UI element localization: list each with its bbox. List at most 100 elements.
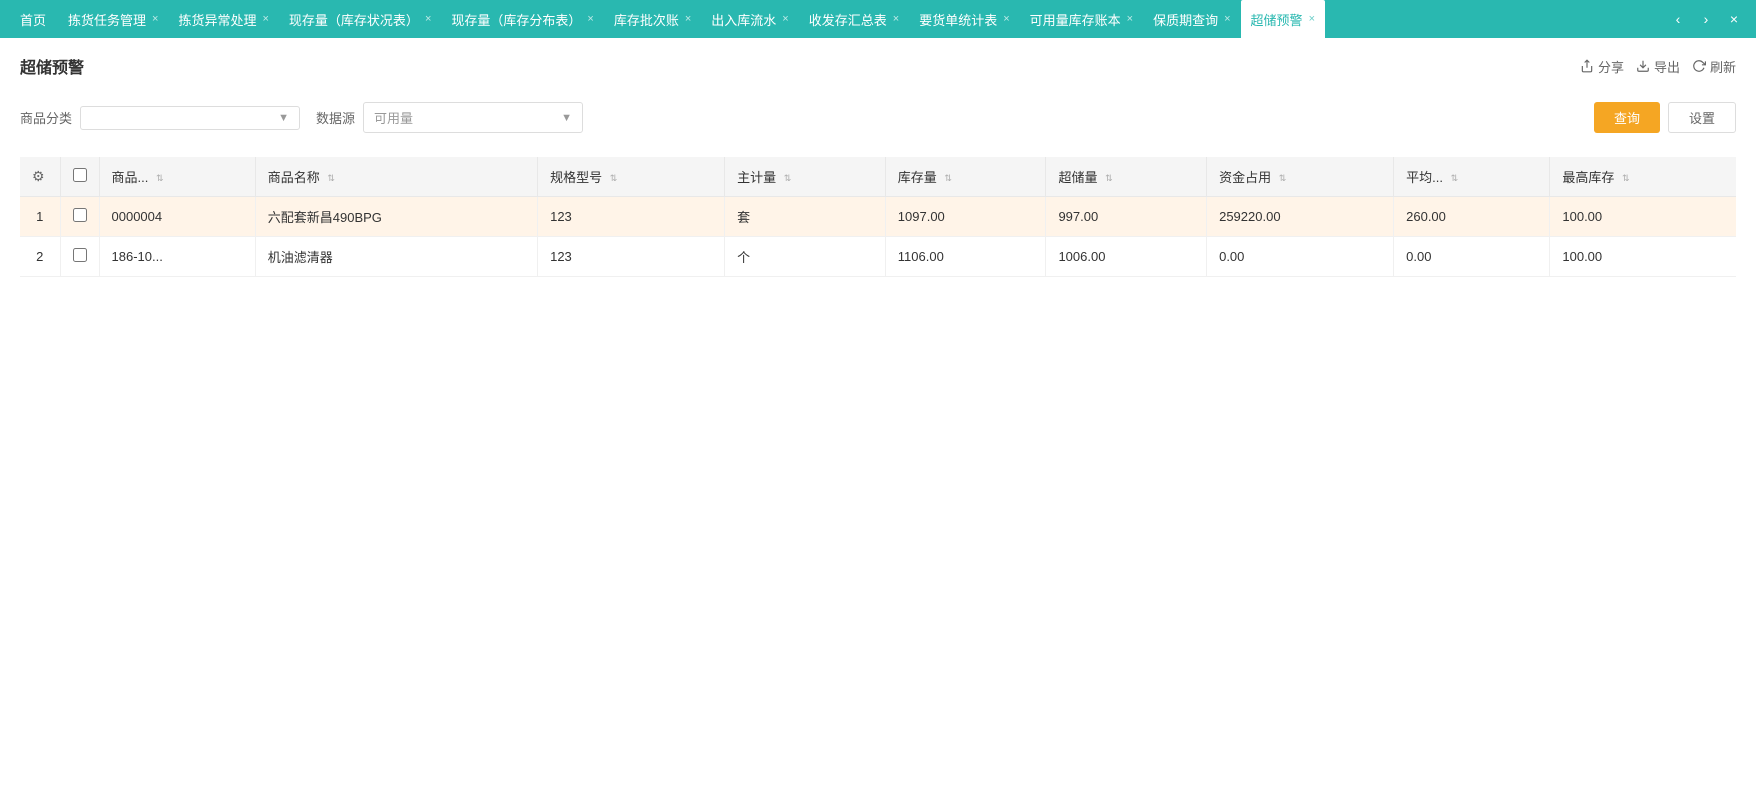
col-settings[interactable]: ⚙ bbox=[20, 157, 60, 197]
col-max-stock[interactable]: 最高库存 ⇅ bbox=[1550, 157, 1736, 197]
row-2-avg-cost: 0.00 bbox=[1394, 237, 1550, 277]
category-filter: 商品分类 ▼ bbox=[20, 106, 300, 130]
sort-icon-overstock: ⇅ bbox=[1105, 173, 1113, 184]
row-checkbox-1 bbox=[60, 197, 99, 237]
tab-9[interactable]: 可用量库存账本 × bbox=[1020, 0, 1143, 38]
close-tab-3[interactable]: × bbox=[425, 13, 431, 25]
col-avg-cost[interactable]: 平均... ⇅ bbox=[1394, 157, 1550, 197]
row-1-max-stock: 100.00 bbox=[1550, 197, 1736, 237]
tab-6[interactable]: 出入库流水 × bbox=[701, 0, 798, 38]
datasource-label: 数据源 bbox=[316, 108, 355, 127]
tab-8[interactable]: 要货单统计表 × bbox=[909, 0, 1019, 38]
row-1-stock: 1097.00 bbox=[885, 197, 1046, 237]
row-2-unit: 个 bbox=[725, 237, 886, 277]
close-tab-8[interactable]: × bbox=[1003, 13, 1009, 25]
close-tab-7[interactable]: × bbox=[893, 13, 899, 25]
table-header-row: ⚙ 商品... ⇅ 商品名称 ⇅ 规格型号 ⇅ 主计量 bbox=[20, 157, 1736, 197]
row-1-product-code: 0000004 bbox=[99, 197, 255, 237]
tab-10[interactable]: 保质期查询 × bbox=[1143, 0, 1240, 38]
row-1-unit: 套 bbox=[725, 197, 886, 237]
datasource-filter: 数据源 可用量 ▼ bbox=[316, 102, 583, 133]
sort-icon-spec: ⇅ bbox=[610, 173, 618, 184]
page-content: 超储预警 分享 导出 刷新 商品 bbox=[0, 38, 1756, 800]
tab-5[interactable]: 库存批次账 × bbox=[604, 0, 701, 38]
row-1-capital: 259220.00 bbox=[1207, 197, 1394, 237]
col-checkbox-header bbox=[60, 157, 99, 197]
page-title: 超储预警 bbox=[20, 54, 1580, 78]
nav-next-arrow[interactable]: › bbox=[1692, 5, 1720, 33]
tab-4[interactable]: 现存量（库存分布表） × bbox=[441, 0, 603, 38]
filter-actions: 查询 设置 bbox=[1594, 102, 1736, 133]
select-all-checkbox[interactable] bbox=[73, 168, 87, 182]
row-2-overstock: 1006.00 bbox=[1046, 237, 1207, 277]
sort-icon-capital: ⇅ bbox=[1279, 173, 1287, 184]
sort-icon-max-stock: ⇅ bbox=[1622, 173, 1630, 184]
row-2-capital: 0.00 bbox=[1207, 237, 1394, 277]
tab-3[interactable]: 现存量（库存状况表） × bbox=[279, 0, 441, 38]
row-2-product-code: 186-10... bbox=[99, 237, 255, 277]
close-tab-9[interactable]: × bbox=[1127, 13, 1133, 25]
sort-icon-unit: ⇅ bbox=[784, 173, 792, 184]
nav-close-arrow[interactable]: × bbox=[1720, 5, 1748, 33]
tab-2[interactable]: 拣货异常处理 × bbox=[168, 0, 278, 38]
close-tab-11[interactable]: × bbox=[1309, 13, 1315, 25]
close-tab-5[interactable]: × bbox=[685, 13, 691, 25]
nav-prev-arrow[interactable]: ‹ bbox=[1664, 5, 1692, 33]
col-product-name[interactable]: 商品名称 ⇅ bbox=[255, 157, 537, 197]
col-stock[interactable]: 库存量 ⇅ bbox=[885, 157, 1046, 197]
export-icon bbox=[1636, 59, 1650, 73]
sort-icon-product-name: ⇅ bbox=[327, 173, 335, 184]
settings-button[interactable]: 设置 bbox=[1668, 102, 1736, 133]
category-select[interactable]: ▼ bbox=[80, 106, 300, 130]
sort-icon-stock: ⇅ bbox=[944, 173, 952, 184]
share-icon bbox=[1580, 59, 1594, 73]
table-row: 2 186-10... 机油滤清器 123 个 1106.00 1006.00 … bbox=[20, 237, 1736, 277]
row-2-checkbox[interactable] bbox=[73, 248, 87, 262]
sort-icon-avg-cost: ⇅ bbox=[1451, 173, 1459, 184]
table-row: 1 0000004 六配套新昌490BPG 123 套 1097.00 997.… bbox=[20, 197, 1736, 237]
close-tab-1[interactable]: × bbox=[152, 13, 158, 25]
sort-icon-product-code: ⇅ bbox=[156, 173, 164, 184]
col-overstock[interactable]: 超储量 ⇅ bbox=[1046, 157, 1207, 197]
nav-home[interactable]: 首页 bbox=[8, 10, 58, 29]
filter-bar: 商品分类 ▼ 数据源 可用量 ▼ 查询 设置 bbox=[20, 94, 1736, 141]
header-actions: 分享 导出 刷新 bbox=[1580, 57, 1736, 76]
category-label: 商品分类 bbox=[20, 108, 72, 127]
datasource-value: 可用量 bbox=[374, 108, 413, 127]
page-header: 超储预警 分享 导出 刷新 bbox=[20, 54, 1736, 78]
datasource-select[interactable]: 可用量 ▼ bbox=[363, 102, 583, 133]
row-2-product-name: 机油滤清器 bbox=[255, 237, 537, 277]
tab-7[interactable]: 收发存汇总表 × bbox=[799, 0, 909, 38]
export-button[interactable]: 导出 bbox=[1636, 57, 1680, 76]
query-button[interactable]: 查询 bbox=[1594, 102, 1660, 133]
tab-11-active[interactable]: 超储预警 × bbox=[1241, 0, 1325, 38]
close-tab-2[interactable]: × bbox=[262, 13, 268, 25]
datasource-dropdown-arrow: ▼ bbox=[561, 112, 572, 124]
close-tab-4[interactable]: × bbox=[587, 13, 593, 25]
row-2-spec: 123 bbox=[538, 237, 725, 277]
row-1-avg-cost: 260.00 bbox=[1394, 197, 1550, 237]
col-product-code[interactable]: 商品... ⇅ bbox=[99, 157, 255, 197]
row-1-overstock: 997.00 bbox=[1046, 197, 1207, 237]
nav-arrows: ‹ › × bbox=[1664, 5, 1748, 33]
row-num-1: 1 bbox=[20, 197, 60, 237]
col-spec[interactable]: 规格型号 ⇅ bbox=[538, 157, 725, 197]
row-1-checkbox[interactable] bbox=[73, 208, 87, 222]
refresh-icon bbox=[1692, 59, 1706, 73]
gear-icon[interactable]: ⚙ bbox=[32, 168, 45, 184]
close-tab-6[interactable]: × bbox=[782, 13, 788, 25]
tab-1[interactable]: 拣货任务管理 × bbox=[58, 0, 168, 38]
close-tab-10[interactable]: × bbox=[1224, 13, 1230, 25]
row-checkbox-2 bbox=[60, 237, 99, 277]
row-1-spec: 123 bbox=[538, 197, 725, 237]
col-capital[interactable]: 资金占用 ⇅ bbox=[1207, 157, 1394, 197]
row-num-2: 2 bbox=[20, 237, 60, 277]
row-1-product-name: 六配套新昌490BPG bbox=[255, 197, 537, 237]
category-dropdown-arrow: ▼ bbox=[278, 112, 289, 124]
col-unit[interactable]: 主计量 ⇅ bbox=[725, 157, 886, 197]
share-button[interactable]: 分享 bbox=[1580, 57, 1624, 76]
refresh-button[interactable]: 刷新 bbox=[1692, 57, 1736, 76]
row-2-max-stock: 100.00 bbox=[1550, 237, 1736, 277]
top-navigation: 首页 拣货任务管理 × 拣货异常处理 × 现存量（库存状况表） × 现存量（库存… bbox=[0, 0, 1756, 38]
row-2-stock: 1106.00 bbox=[885, 237, 1046, 277]
